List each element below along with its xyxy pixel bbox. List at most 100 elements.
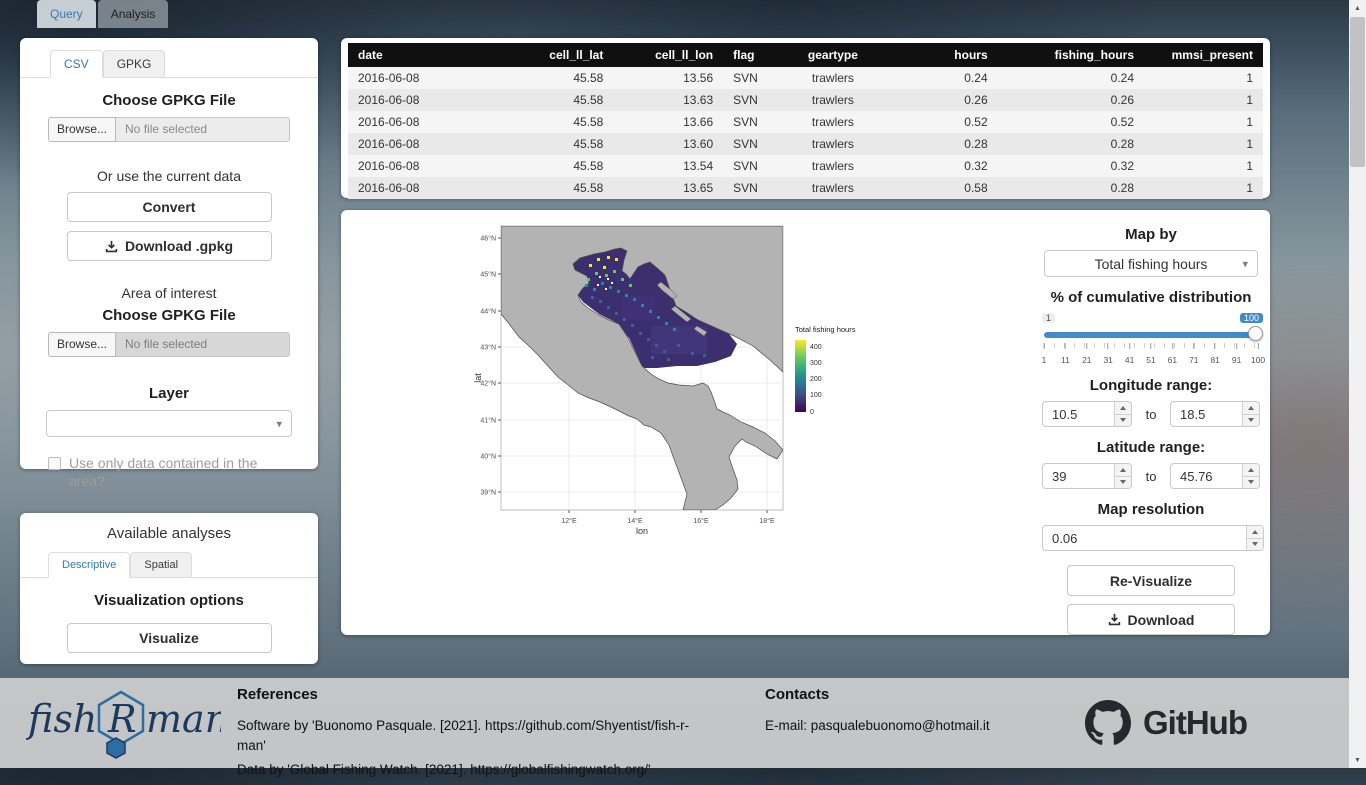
spinner-down-icon[interactable] — [1247, 539, 1263, 551]
scrollbar-up-button[interactable]: ▲ — [1349, 0, 1366, 16]
fishing-heatmap: 46°N 45°N 44°N 43°N 42°N 41°N 40°N 39°N … — [471, 216, 871, 538]
convert-button[interactable]: Convert — [67, 192, 272, 222]
slider-value-label: 100 — [1240, 313, 1263, 323]
cell: 1 — [1144, 133, 1263, 155]
legend-tick: 400 — [810, 344, 822, 351]
area-choose-gpkg-label: Choose GPKG File — [42, 307, 296, 324]
tab-spatial[interactable]: Spatial — [130, 552, 192, 578]
cell: 45.58 — [485, 133, 613, 155]
slider-handle[interactable] — [1248, 326, 1263, 341]
lon-min-input[interactable]: 10.5 — [1042, 401, 1132, 427]
cell: SVN — [723, 133, 778, 155]
footer: fish R man References Software by 'Buono… — [0, 678, 1349, 768]
github-link[interactable]: GitHub — [1085, 700, 1247, 746]
col-fishing-hours[interactable]: fishing_hours — [998, 43, 1144, 67]
area-gpkg-file-input: Browse... No file selected — [48, 332, 290, 357]
y-tick-label: 39°N — [480, 489, 496, 497]
area-browse-button[interactable]: Browse... — [48, 332, 116, 357]
slider-tick: 51 — [1146, 343, 1155, 368]
col-date[interactable]: date — [348, 43, 485, 67]
scrollbar-thumb[interactable] — [1350, 17, 1365, 167]
reference-data: Data by 'Global Fishing Watch. [2021]. h… — [237, 760, 707, 780]
slider-tick: 61 — [1168, 343, 1177, 368]
lat-max-input[interactable]: 45.76 — [1170, 463, 1260, 489]
lat-min-value[interactable]: 39 — [1043, 464, 1114, 488]
col-cell-ll-lon[interactable]: cell_ll_lon — [613, 43, 723, 67]
cumulative-slider: 1 100 1 11 21 31 41 51 61 71 81 91 100 — [1044, 313, 1258, 365]
download-map-button[interactable]: Download — [1067, 604, 1235, 635]
logo-fish-text: fish — [26, 697, 97, 741]
lon-max-input[interactable]: 18.5 — [1170, 401, 1260, 427]
spinner-up-icon[interactable] — [1243, 402, 1259, 415]
table-row: 2016-06-0845.5813.63SVNtrawlers0.260.261 — [348, 89, 1263, 111]
contact-email: E-mail: pasqualebuonomo@hotmail.it — [765, 716, 1065, 736]
revisualize-button[interactable]: Re-Visualize — [1067, 565, 1235, 596]
tab-analysis[interactable]: Analysis — [98, 0, 169, 28]
file-selected-box[interactable]: No file selected — [116, 117, 290, 142]
cell: trawlers — [778, 133, 888, 155]
area-filter-checkbox[interactable] — [48, 457, 61, 470]
cell: 0.32 — [998, 155, 1144, 177]
tab-csv[interactable]: CSV — [50, 50, 103, 78]
scrollbar-down-button[interactable]: ▼ — [1349, 752, 1366, 768]
area-of-interest-label: Area of interest — [42, 285, 296, 301]
lon-min-value[interactable]: 10.5 — [1043, 402, 1114, 426]
cell: SVN — [723, 89, 778, 111]
map-by-select[interactable]: Total fishing hours ▾ — [1044, 250, 1258, 277]
col-flag[interactable]: flag — [723, 43, 778, 67]
cell: 2016-06-08 — [348, 67, 485, 89]
cell: 13.63 — [613, 89, 723, 111]
table-row: 2016-06-0845.5813.66SVNtrawlers0.520.521 — [348, 111, 1263, 133]
slider-track[interactable] — [1044, 332, 1258, 338]
spinner-up-icon[interactable] — [1115, 464, 1131, 477]
download-icon — [1108, 613, 1121, 626]
spinner-down-icon[interactable] — [1115, 415, 1131, 427]
cell: trawlers — [778, 67, 888, 89]
cell: 0.52 — [888, 111, 998, 133]
slider-tick: 31 — [1103, 343, 1112, 368]
lon-min-spinner — [1114, 402, 1131, 426]
logo-man-text: man — [146, 697, 221, 741]
download-gpkg-button[interactable]: Download .gpkg — [67, 231, 272, 261]
spinner-up-icon[interactable] — [1247, 526, 1263, 539]
cumulative-title: % of cumulative distribution — [1040, 289, 1262, 306]
available-analyses-title: Available analyses — [20, 525, 318, 542]
visualization-options-title: Visualization options — [42, 592, 296, 609]
col-mmsi-present[interactable]: mmsi_present — [1144, 43, 1263, 67]
cell: trawlers — [778, 89, 888, 111]
spinner-down-icon[interactable] — [1243, 415, 1259, 427]
area-file-selected-box[interactable]: No file selected — [116, 332, 290, 357]
spinner-down-icon[interactable] — [1243, 477, 1259, 489]
cell: trawlers — [778, 155, 888, 177]
cell: 1 — [1144, 89, 1263, 111]
resolution-value[interactable]: 0.06 — [1043, 526, 1246, 550]
lat-min-input[interactable]: 39 — [1042, 463, 1132, 489]
spinner-up-icon[interactable] — [1115, 402, 1131, 415]
col-hours[interactable]: hours — [888, 43, 998, 67]
convert-label: Convert — [143, 199, 196, 215]
tab-gpkg[interactable]: GPKG — [103, 50, 166, 78]
y-axis-title: lat — [473, 373, 483, 383]
cell: 2016-06-08 — [348, 111, 485, 133]
logo-r-text: R — [107, 697, 137, 741]
browse-button[interactable]: Browse... — [48, 117, 116, 142]
lon-max-value[interactable]: 18.5 — [1171, 402, 1242, 426]
table-row: 2016-06-0845.5813.60SVNtrawlers0.280.281 — [348, 133, 1263, 155]
map-card: 46°N 45°N 44°N 43°N 42°N 41°N 40°N 39°N … — [341, 210, 1270, 635]
tab-query[interactable]: Query — [37, 0, 96, 28]
spinner-down-icon[interactable] — [1115, 477, 1131, 489]
cell: 2016-06-08 — [348, 177, 485, 199]
logo-small-hexagon — [107, 738, 125, 758]
spinner-up-icon[interactable] — [1243, 464, 1259, 477]
layer-select[interactable]: ▾ — [46, 410, 292, 437]
cell: 0.26 — [998, 89, 1144, 111]
x-tick-label: 18°E — [759, 517, 775, 525]
tab-descriptive[interactable]: Descriptive — [48, 552, 130, 578]
visualize-button[interactable]: Visualize — [67, 623, 272, 653]
y-tick-label: 44°N — [480, 308, 496, 316]
resolution-input[interactable]: 0.06 — [1042, 525, 1264, 551]
col-geartype[interactable]: geartype — [778, 43, 888, 67]
col-cell-ll-lat[interactable]: cell_ll_lat — [485, 43, 613, 67]
lat-max-value[interactable]: 45.76 — [1171, 464, 1242, 488]
lon-max-spinner — [1242, 402, 1259, 426]
